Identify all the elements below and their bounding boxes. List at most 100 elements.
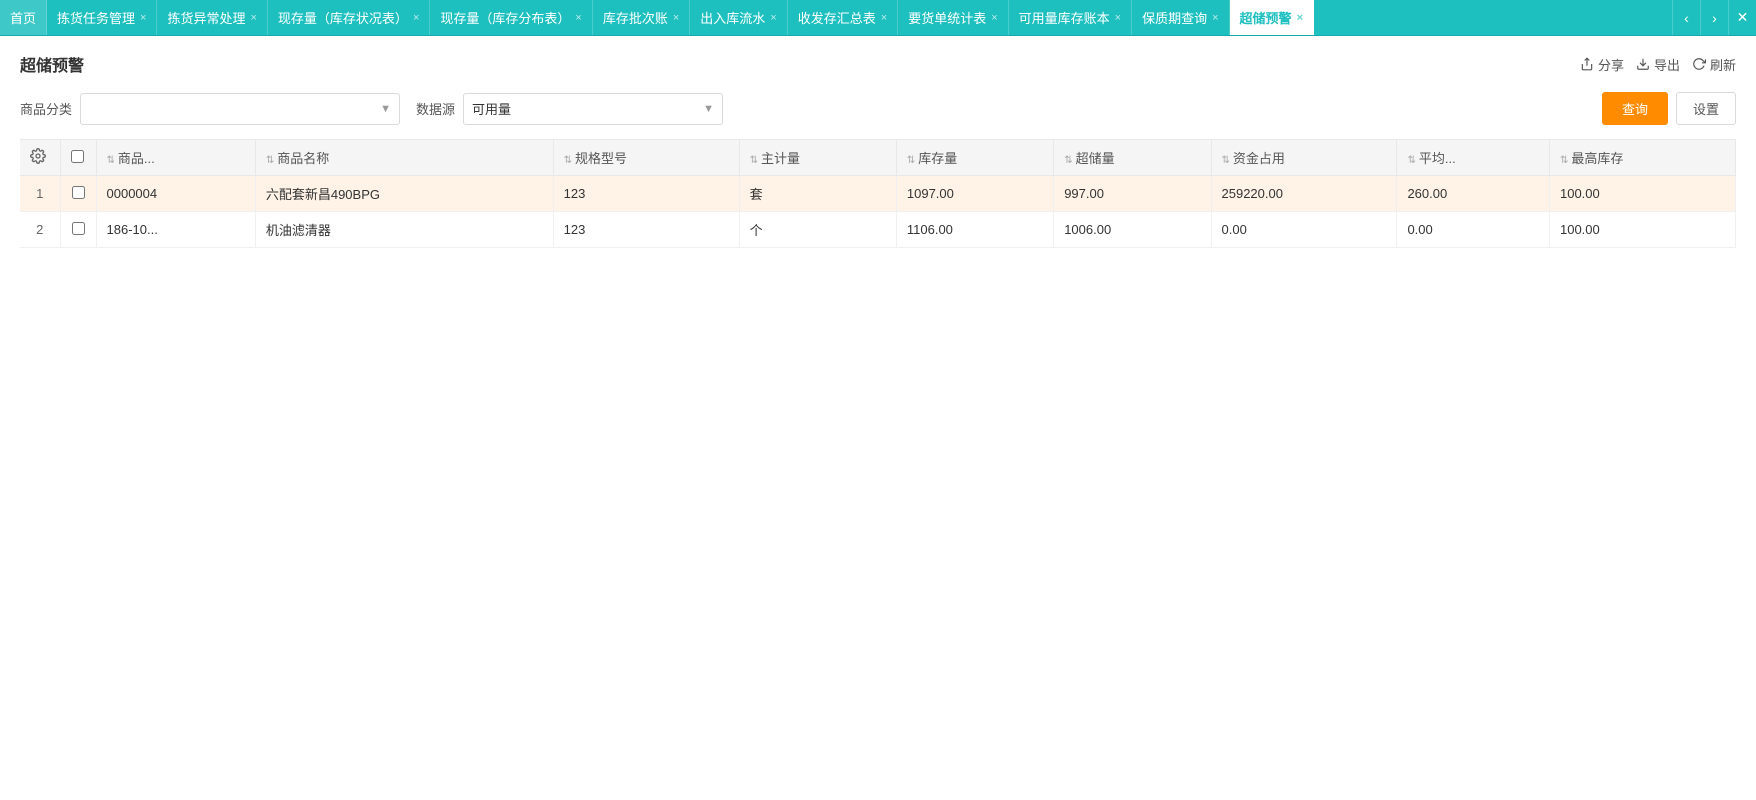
col-capital: ⇅资金占用 [1211, 140, 1397, 176]
close-icon[interactable]: × [673, 12, 679, 24]
nav-arrows: ‹ › ✕ [1672, 0, 1756, 36]
cell-avg: 260.00 [1397, 176, 1550, 212]
cell-max-stock: 100.00 [1549, 212, 1735, 248]
datasource-label: 数据源 [416, 99, 455, 118]
query-button[interactable]: 查询 [1602, 92, 1668, 125]
cell-spec: 123 [553, 212, 739, 248]
row-checkbox-cell[interactable] [60, 176, 96, 212]
sort-icon[interactable]: ⇅ [1064, 155, 1072, 166]
col-avg: ⇅平均... [1397, 140, 1550, 176]
datasource-filter: 数据源 可用量 ▼ [416, 93, 723, 125]
header-actions: 分享 导出 刷新 [1580, 55, 1736, 74]
col-stock: ⇅库存量 [896, 140, 1053, 176]
col-product-name: ⇅商品名称 [255, 140, 553, 176]
cell-capital: 0.00 [1211, 212, 1397, 248]
chevron-down-icon: ▼ [703, 103, 714, 115]
settings-button[interactable]: 设置 [1676, 92, 1736, 125]
select-all-checkbox[interactable] [71, 150, 84, 163]
row-checkbox[interactable] [72, 186, 85, 199]
page-title: 超储预警 [20, 52, 84, 76]
table-row: 1 0000004 六配套新昌490BPG 123 套 1097.00 997.… [20, 176, 1736, 212]
filter-buttons: 查询 设置 [1602, 92, 1736, 125]
col-max-stock: ⇅最高库存 [1549, 140, 1735, 176]
refresh-button[interactable]: 刷新 [1692, 55, 1736, 74]
cell-product-name: 六配套新昌490BPG [255, 176, 553, 212]
cell-avg: 0.00 [1397, 212, 1550, 248]
row-checkbox[interactable] [72, 222, 85, 235]
category-filter: 商品分类 ▼ [20, 93, 400, 125]
cell-product-code: 186-10... [96, 212, 255, 248]
sort-icon[interactable]: ⇅ [564, 155, 572, 166]
close-icon[interactable]: × [413, 12, 419, 24]
nav-item-inout[interactable]: 出入库流水 × [690, 0, 787, 36]
close-icon[interactable]: × [140, 12, 146, 24]
table-body: 1 0000004 六配套新昌490BPG 123 套 1097.00 997.… [20, 176, 1736, 248]
close-icon[interactable]: × [1297, 12, 1303, 24]
nav-item-available[interactable]: 可用量库存账本 × [1009, 0, 1132, 36]
sort-icon[interactable]: ⇅ [107, 155, 115, 166]
row-number: 2 [20, 212, 60, 248]
sort-icon[interactable]: ⇅ [266, 155, 274, 166]
nav-item-stock-status[interactable]: 现存量（库存状况表） × [268, 0, 430, 36]
share-button[interactable]: 分享 [1580, 55, 1624, 74]
chevron-down-icon: ▼ [380, 103, 391, 115]
cell-overstock: 997.00 [1054, 176, 1211, 212]
cell-product-code: 0000004 [96, 176, 255, 212]
cell-spec: 123 [553, 176, 739, 212]
row-number: 1 [20, 176, 60, 212]
close-icon[interactable]: × [1212, 12, 1218, 24]
nav-item-overstock[interactable]: 超储预警 × [1230, 0, 1314, 36]
nav-item-summary[interactable]: 收发存汇总表 × [788, 0, 898, 36]
data-table: ⇅商品... ⇅商品名称 ⇅规格型号 ⇅主计量 ⇅库存量 ⇅超储量 [20, 139, 1736, 248]
cell-unit: 个 [739, 212, 896, 248]
filter-bar: 商品分类 ▼ 数据源 可用量 ▼ 查询 设置 [20, 92, 1736, 125]
nav-arrow-close[interactable]: ✕ [1728, 0, 1756, 36]
col-product-code: ⇅商品... [96, 140, 255, 176]
export-icon [1636, 57, 1650, 71]
category-label: 商品分类 [20, 99, 72, 118]
close-icon[interactable]: × [770, 12, 776, 24]
category-select[interactable]: ▼ [80, 93, 400, 125]
sort-icon[interactable]: ⇅ [1560, 155, 1568, 166]
sort-icon[interactable]: ⇅ [1407, 155, 1415, 166]
sort-icon[interactable]: ⇅ [1222, 155, 1230, 166]
col-overstock: ⇅超储量 [1054, 140, 1211, 176]
refresh-icon [1692, 57, 1706, 71]
page-header: 超储预警 分享 导出 [20, 52, 1736, 76]
top-nav: 首页 拣货任务管理 × 拣货异常处理 × 现存量（库存状况表） × 现存量（库存… [0, 0, 1756, 36]
nav-item-stock-dist[interactable]: 现存量（库存分布表） × [430, 0, 592, 36]
share-icon [1580, 57, 1594, 71]
nav-item-exception[interactable]: 拣货异常处理 × [157, 0, 267, 36]
close-icon[interactable]: × [1115, 12, 1121, 24]
sort-icon[interactable]: ⇅ [907, 155, 915, 166]
cell-product-name: 机油滤清器 [255, 212, 553, 248]
cell-stock: 1106.00 [896, 212, 1053, 248]
nav-arrow-right[interactable]: › [1700, 0, 1728, 36]
table-row: 2 186-10... 机油滤清器 123 个 1106.00 1006.00 … [20, 212, 1736, 248]
close-icon[interactable]: × [991, 12, 997, 24]
nav-item-task[interactable]: 拣货任务管理 × [47, 0, 157, 36]
nav-item-expiry[interactable]: 保质期查询 × [1132, 0, 1229, 36]
col-checkbox-header[interactable] [60, 140, 96, 176]
export-button[interactable]: 导出 [1636, 55, 1680, 74]
page-container: 超储预警 分享 导出 [0, 36, 1756, 264]
nav-arrow-left[interactable]: ‹ [1672, 0, 1700, 36]
close-icon[interactable]: × [250, 12, 256, 24]
cell-overstock: 1006.00 [1054, 212, 1211, 248]
nav-item-batch[interactable]: 库存批次账 × [593, 0, 690, 36]
nav-item-order-stats[interactable]: 要货单统计表 × [898, 0, 1008, 36]
col-spec: ⇅规格型号 [553, 140, 739, 176]
close-icon[interactable]: × [881, 12, 887, 24]
row-checkbox-cell[interactable] [60, 212, 96, 248]
close-icon[interactable]: × [575, 12, 581, 24]
settings-icon[interactable] [30, 148, 46, 164]
col-unit: ⇅主计量 [739, 140, 896, 176]
cell-capital: 259220.00 [1211, 176, 1397, 212]
nav-item-home[interactable]: 首页 [0, 0, 47, 36]
table-header-row: ⇅商品... ⇅商品名称 ⇅规格型号 ⇅主计量 ⇅库存量 ⇅超储量 [20, 140, 1736, 176]
col-settings [20, 140, 60, 176]
cell-max-stock: 100.00 [1549, 176, 1735, 212]
datasource-select[interactable]: 可用量 ▼ [463, 93, 723, 125]
cell-unit: 套 [739, 176, 896, 212]
sort-icon[interactable]: ⇅ [750, 155, 758, 166]
